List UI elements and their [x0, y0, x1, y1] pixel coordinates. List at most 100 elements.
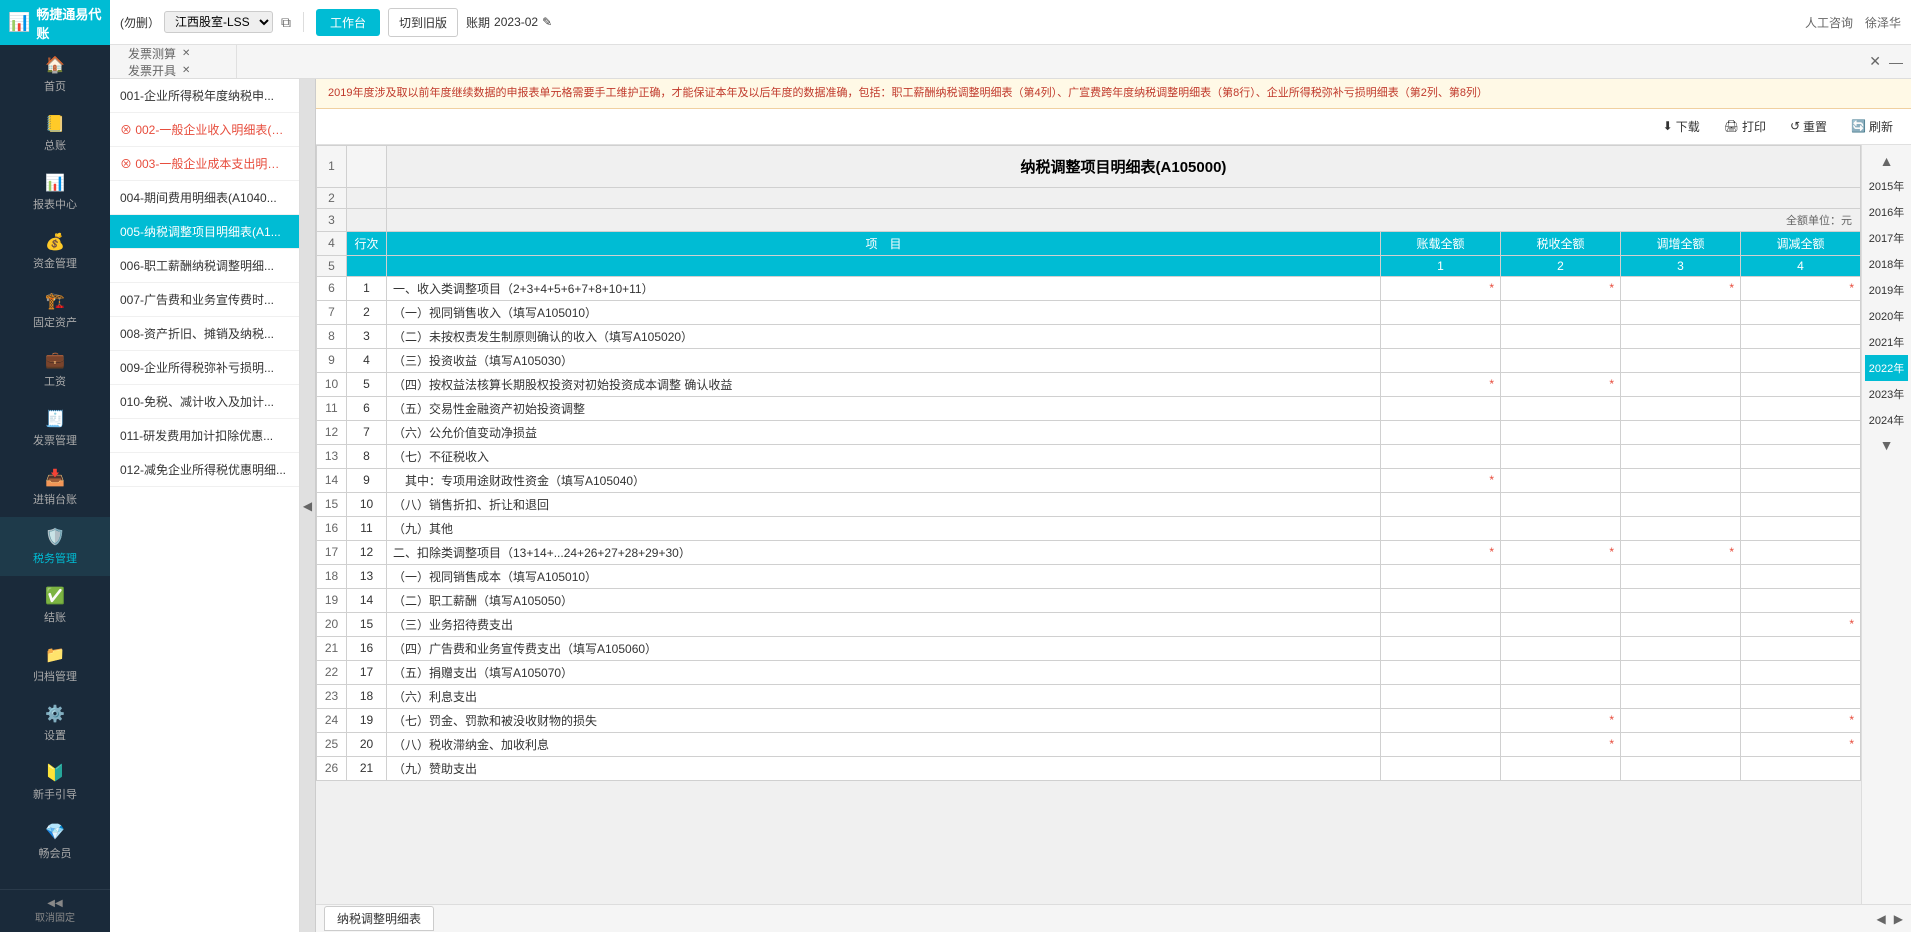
data-col4[interactable] — [1741, 348, 1861, 372]
left-panel-item-004[interactable]: 004-期间费用明细表(A1040... — [110, 181, 299, 215]
print-button[interactable]: 🖨 打印 — [1718, 115, 1772, 138]
data-col4[interactable] — [1741, 684, 1861, 708]
project-cell[interactable]: 二、扣除类调整项目（13+14+...24+26+27+28+29+30） — [387, 540, 1381, 564]
project-cell[interactable]: （九）其他 — [387, 516, 1381, 540]
project-cell[interactable]: （二）未按权责发生制原则确认的收入（填写A105020） — [387, 324, 1381, 348]
data-col2[interactable] — [1501, 564, 1621, 588]
year-item-2017年[interactable]: 2017年 — [1865, 225, 1908, 251]
data-col3[interactable] — [1621, 564, 1741, 588]
data-col2[interactable] — [1501, 612, 1621, 636]
data-col3[interactable] — [1621, 756, 1741, 780]
left-panel-item-011[interactable]: 011-研发费用加计扣除优惠... — [110, 419, 299, 453]
data-col2[interactable] — [1501, 468, 1621, 492]
tab-close-invoice_calc[interactable]: ✕ — [182, 48, 190, 59]
company-select[interactable]: 江西股室-LSS — [164, 11, 273, 33]
data-col3[interactable] — [1621, 660, 1741, 684]
data-col2[interactable]: * — [1501, 372, 1621, 396]
data-col1[interactable] — [1381, 420, 1501, 444]
collapse-panel-button[interactable]: ◀ — [300, 79, 316, 932]
project-cell[interactable]: （八）税收滞纳金、加收利息 — [387, 732, 1381, 756]
data-col1[interactable]: * — [1381, 468, 1501, 492]
project-cell[interactable]: （四）广告费和业务宣传费支出（填写A105060） — [387, 636, 1381, 660]
left-panel-item-008[interactable]: 008-资产折旧、摊销及纳税... — [110, 317, 299, 351]
sidebar-item-archive[interactable]: 📁归档管理 — [0, 635, 110, 694]
unpin-button[interactable]: ◀◀ 取消固定 — [0, 889, 110, 932]
year-item-2019年[interactable]: 2019年 — [1865, 277, 1908, 303]
data-col2[interactable] — [1501, 396, 1621, 420]
project-cell[interactable]: （八）销售折扣、折让和退回 — [387, 492, 1381, 516]
project-cell[interactable]: （七）罚金、罚款和被没收财物的损失 — [387, 708, 1381, 732]
data-col3[interactable] — [1621, 324, 1741, 348]
data-col4[interactable] — [1741, 420, 1861, 444]
data-col3[interactable] — [1621, 300, 1741, 324]
sidebar-item-salary[interactable]: 💼工资 — [0, 340, 110, 399]
year-item-2016年[interactable]: 2016年 — [1865, 199, 1908, 225]
project-cell[interactable]: （二）职工薪酬（填写A105050） — [387, 588, 1381, 612]
data-col4[interactable]: * — [1741, 276, 1861, 300]
year-item-2023年[interactable]: 2023年 — [1865, 381, 1908, 407]
tab-close-invoice_open[interactable]: ✕ — [182, 65, 190, 76]
old-version-button[interactable]: 切到旧版 — [388, 8, 458, 37]
data-col4[interactable] — [1741, 540, 1861, 564]
data-col1[interactable] — [1381, 396, 1501, 420]
data-col4[interactable]: * — [1741, 732, 1861, 756]
data-col2[interactable]: * — [1501, 540, 1621, 564]
data-col1[interactable] — [1381, 348, 1501, 372]
edit-period-icon[interactable]: ✎ — [542, 15, 552, 29]
service-button[interactable]: 人工咨询 — [1805, 14, 1853, 31]
data-col3[interactable]: * — [1621, 540, 1741, 564]
left-panel-item-005[interactable]: 005-纳税调整项目明细表(A1... — [110, 215, 299, 249]
data-col4[interactable]: * — [1741, 708, 1861, 732]
project-cell[interactable]: 其中：专项用途财政性资金（填写A105040） — [387, 468, 1381, 492]
sidebar-item-report[interactable]: 📊报表中心 — [0, 163, 110, 222]
data-col4[interactable] — [1741, 300, 1861, 324]
data-col2[interactable] — [1501, 636, 1621, 660]
data-col1[interactable] — [1381, 588, 1501, 612]
project-cell[interactable]: （六）利息支出 — [387, 684, 1381, 708]
project-cell[interactable]: （六）公允价值变动净损益 — [387, 420, 1381, 444]
data-col4[interactable]: * — [1741, 612, 1861, 636]
data-col2[interactable] — [1501, 420, 1621, 444]
data-col4[interactable] — [1741, 372, 1861, 396]
data-col4[interactable] — [1741, 396, 1861, 420]
left-panel-item-009[interactable]: 009-企业所得税弥补亏损明... — [110, 351, 299, 385]
year-item-2015年[interactable]: 2015年 — [1865, 173, 1908, 199]
data-col2[interactable] — [1501, 444, 1621, 468]
project-cell[interactable]: （四）按权益法核算长期股权投资对初始投资成本调整 确认收益 — [387, 372, 1381, 396]
project-cell[interactable]: （三）投资收益（填写A105030） — [387, 348, 1381, 372]
workbench-button[interactable]: 工作台 — [316, 9, 380, 36]
data-col4[interactable] — [1741, 324, 1861, 348]
tab-invoice_open[interactable]: 发票开具✕ — [118, 62, 237, 79]
data-col1[interactable]: * — [1381, 372, 1501, 396]
year-item-2018年[interactable]: 2018年 — [1865, 251, 1908, 277]
data-col1[interactable] — [1381, 732, 1501, 756]
data-col1[interactable] — [1381, 612, 1501, 636]
reset-button[interactable]: ↺ 重置 — [1784, 115, 1833, 138]
data-col2[interactable] — [1501, 516, 1621, 540]
project-cell[interactable]: （三）业务招待费支出 — [387, 612, 1381, 636]
sidebar-item-settle[interactable]: ✅结账 — [0, 576, 110, 635]
data-col3[interactable] — [1621, 588, 1741, 612]
data-col2[interactable] — [1501, 300, 1621, 324]
sidebar-item-asset[interactable]: 💰资金管理 — [0, 222, 110, 281]
project-cell[interactable]: 一、收入类调整项目（2+3+4+5+6+7+8+10+11） — [387, 276, 1381, 300]
year-item-2021年[interactable]: 2021年 — [1865, 329, 1908, 355]
sidebar-item-settings[interactable]: ⚙️设置 — [0, 694, 110, 753]
data-col2[interactable] — [1501, 588, 1621, 612]
left-panel-item-003[interactable]: ⊗ 003-一般企业成本支出明细... — [110, 147, 299, 181]
left-panel-item-010[interactable]: 010-免税、减计收入及加计... — [110, 385, 299, 419]
data-col2[interactable] — [1501, 660, 1621, 684]
sidebar-item-newbie[interactable]: 🔰新手引导 — [0, 753, 110, 812]
data-col2[interactable]: * — [1501, 732, 1621, 756]
data-col1[interactable] — [1381, 444, 1501, 468]
sidebar-item-ledger[interactable]: 📒总账 — [0, 104, 110, 163]
left-panel-item-001[interactable]: 001-企业所得税年度纳税申... — [110, 79, 299, 113]
scroll-left[interactable]: ◀ — [1877, 912, 1886, 926]
data-col4[interactable] — [1741, 588, 1861, 612]
data-col1[interactable] — [1381, 516, 1501, 540]
data-col1[interactable] — [1381, 492, 1501, 516]
close-tab-icon[interactable]: ✕ — [1869, 53, 1881, 70]
year-item-2020年[interactable]: 2020年 — [1865, 303, 1908, 329]
data-col1[interactable] — [1381, 324, 1501, 348]
minimize-tab-icon[interactable]: — — [1889, 54, 1903, 70]
